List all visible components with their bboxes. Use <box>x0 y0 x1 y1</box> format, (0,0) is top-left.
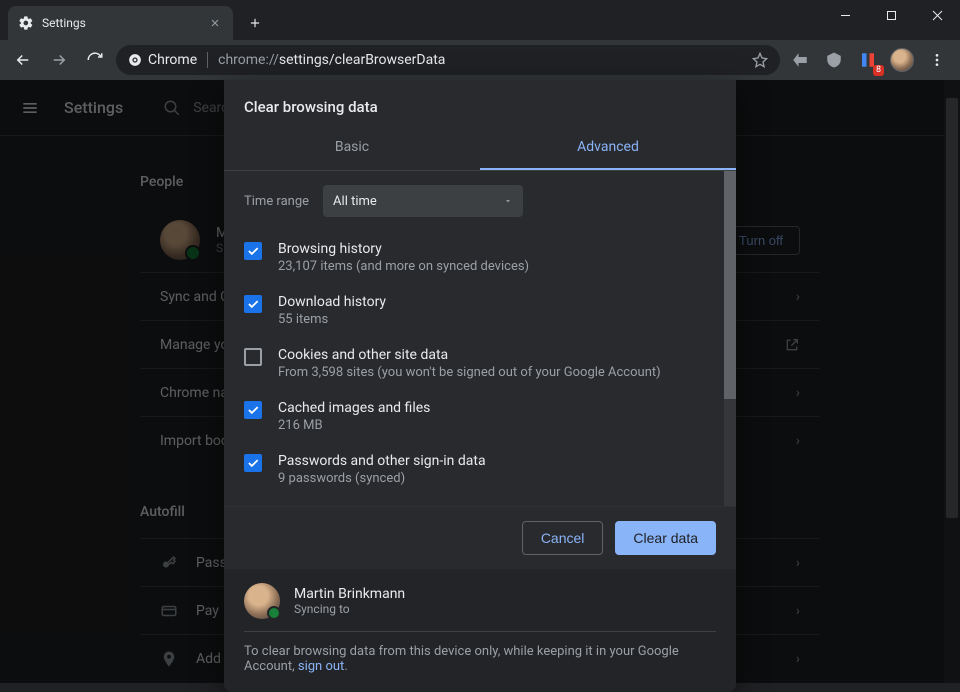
extension-icon-1[interactable] <box>786 46 814 74</box>
close-window-button[interactable] <box>914 0 960 30</box>
site-chip: Chrome <box>128 52 208 68</box>
dialog-title: Clear browsing data <box>224 80 736 124</box>
dialog-footer: Martin Brinkmann Syncing to To clear bro… <box>224 569 736 692</box>
address-bar[interactable]: Chrome chrome://settings/clearBrowserDat… <box>116 45 780 75</box>
clear-option: Cached images and files 216 MB <box>244 390 716 443</box>
extension-icon-3[interactable] <box>854 46 882 74</box>
time-range-select[interactable]: All time <box>323 185 523 217</box>
sync-name: Martin Brinkmann <box>294 586 405 602</box>
close-icon[interactable] <box>207 15 223 31</box>
window-controls <box>822 0 960 30</box>
checkbox[interactable] <box>244 348 262 366</box>
tab-basic[interactable]: Basic <box>224 124 480 170</box>
option-title: Download history <box>278 294 386 310</box>
option-title: Passwords and other sign-in data <box>278 453 486 469</box>
dialog-body: Time range All time Browsing history 23,1… <box>224 171 736 506</box>
time-range-label: Time range <box>244 194 309 209</box>
sign-out-link[interactable]: sign out <box>298 659 344 674</box>
sync-account-row: Martin Brinkmann Syncing to <box>244 583 716 632</box>
site-chip-label: Chrome <box>148 52 197 68</box>
option-subtitle: 55 items <box>278 312 386 327</box>
browser-tab[interactable]: Settings <box>8 6 233 40</box>
option-title: Cookies and other site data <box>278 347 661 363</box>
dialog-tabs: Basic Advanced <box>224 124 736 170</box>
clear-option: Cookies and other site data From 3,598 si… <box>244 337 716 390</box>
option-subtitle: 23,107 items (and more on synced devices… <box>278 259 529 274</box>
option-title: Browsing history <box>278 241 529 257</box>
clear-option: Download history 55 items <box>244 284 716 337</box>
cancel-button[interactable]: Cancel <box>522 521 604 555</box>
tab-title: Settings <box>42 16 199 30</box>
tab-advanced[interactable]: Advanced <box>480 124 736 170</box>
dialog-actions: Cancel Clear data <box>224 506 736 569</box>
back-button[interactable] <box>8 45 38 75</box>
checkbox[interactable] <box>244 295 262 313</box>
reload-button[interactable] <box>80 45 110 75</box>
avatar <box>244 583 280 619</box>
minimize-button[interactable] <box>822 0 868 30</box>
menu-button[interactable] <box>922 45 952 75</box>
option-subtitle: 216 MB <box>278 418 430 433</box>
option-subtitle: From 3,598 sites (you won't be signed ou… <box>278 365 661 380</box>
checkbox[interactable] <box>244 454 262 472</box>
time-range-row: Time range All time <box>244 185 716 217</box>
clear-data-button[interactable]: Clear data <box>615 521 716 555</box>
window-titlebar: Settings <box>0 0 960 40</box>
forward-button[interactable] <box>44 45 74 75</box>
gear-icon <box>18 15 34 31</box>
sync-status: Syncing to <box>294 602 405 616</box>
checkbox[interactable] <box>244 401 262 419</box>
star-icon[interactable] <box>752 52 768 68</box>
footer-note: To clear browsing data from this device … <box>244 644 716 674</box>
extension-icon-2[interactable] <box>820 46 848 74</box>
new-tab-button[interactable] <box>241 9 269 37</box>
clear-option: Browsing history 23,107 items (and more o… <box>244 231 716 284</box>
checkbox[interactable] <box>244 242 262 260</box>
option-title: Cached images and files <box>278 400 430 416</box>
browser-toolbar: Chrome chrome://settings/clearBrowserDat… <box>0 40 960 80</box>
option-subtitle: 9 passwords (synced) <box>278 471 486 486</box>
clear-browsing-data-dialog: Clear browsing data Basic Advanced Time … <box>224 80 736 692</box>
chevron-down-icon <box>503 196 513 206</box>
profile-avatar[interactable] <box>888 46 916 74</box>
clear-option: Passwords and other sign-in data 9 passwo… <box>244 443 716 496</box>
maximize-button[interactable] <box>868 0 914 30</box>
url-text: chrome://settings/clearBrowserData <box>218 52 445 68</box>
dialog-scrollbar[interactable] <box>724 171 736 506</box>
